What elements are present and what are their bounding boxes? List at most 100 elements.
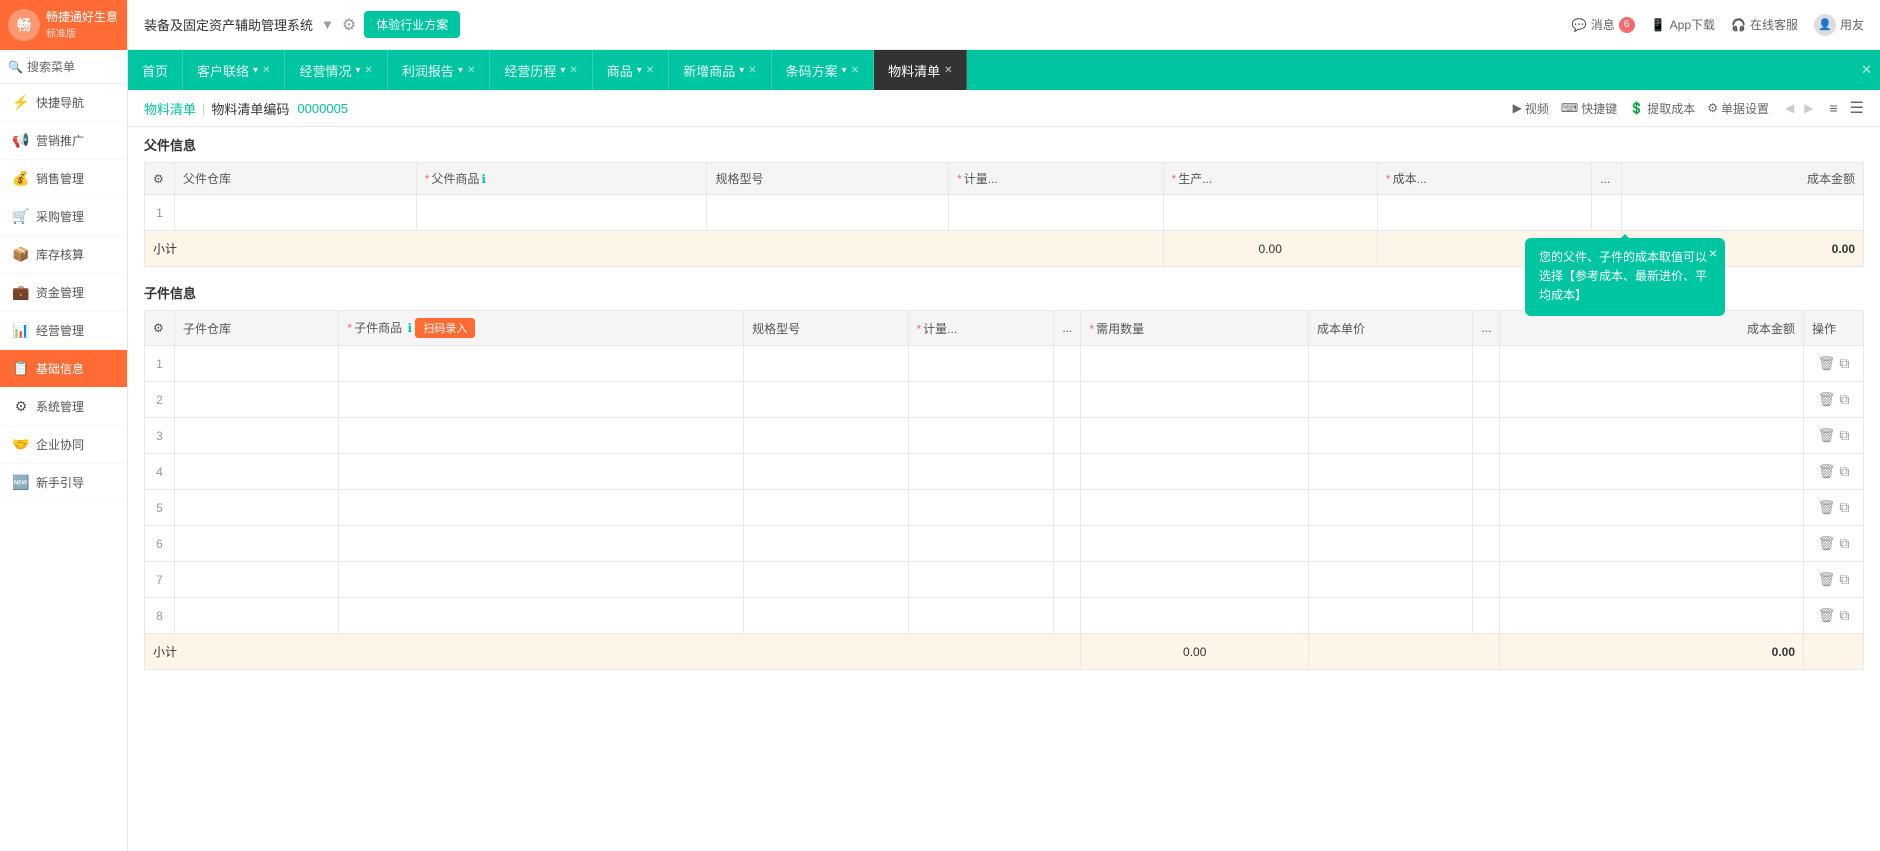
column-settings-icon[interactable]: ≡: [1829, 100, 1837, 116]
delete-icon[interactable]: 🗑: [1818, 607, 1836, 624]
tab-close-icon[interactable]: ✕: [365, 65, 373, 76]
delete-icon[interactable]: 🗑: [1818, 355, 1836, 372]
parent-prod-cell[interactable]: [1163, 195, 1377, 231]
child-qty-cell[interactable]: [1081, 598, 1309, 634]
child-unit-cell[interactable]: [908, 346, 1054, 382]
child-spec-cell[interactable]: [744, 346, 908, 382]
child-qty-cell[interactable]: [1081, 346, 1309, 382]
tab-profit-report[interactable]: 利润报告 ▾ ✕: [388, 50, 490, 90]
delete-icon[interactable]: 🗑: [1818, 463, 1836, 480]
search-menu[interactable]: 🔍 搜索菜单: [0, 50, 127, 84]
copy-icon[interactable]: ⧉: [1839, 571, 1849, 588]
child-warehouse-cell[interactable]: [175, 418, 339, 454]
tab-close-icon[interactable]: ✕: [646, 65, 654, 76]
tab-new-goods[interactable]: 新增商品 ▾ ✕: [669, 50, 771, 90]
child-goods-cell[interactable]: [339, 418, 744, 454]
sidebar-item-purchase[interactable]: 🛒 采购管理: [0, 198, 127, 236]
child-unit-cost-cell[interactable]: [1309, 562, 1473, 598]
delete-icon[interactable]: 🗑: [1818, 571, 1836, 588]
online-support-btn[interactable]: 🎧 在线客服: [1731, 16, 1798, 33]
child-spec-cell[interactable]: [744, 490, 908, 526]
child-qty-cell[interactable]: [1081, 454, 1309, 490]
child-unit-cost-cell[interactable]: [1309, 490, 1473, 526]
sidebar-item-quick-nav[interactable]: ⚡ 快捷导航: [0, 84, 127, 122]
settings-icon[interactable]: ⚙: [342, 15, 356, 35]
child-unit-cell[interactable]: [908, 454, 1054, 490]
view-video-btn[interactable]: ▶ 视频: [1513, 100, 1549, 117]
delete-icon[interactable]: 🗑: [1818, 391, 1836, 408]
message-btn[interactable]: 💬 消息 6: [1572, 16, 1635, 33]
sidebar-item-marketing[interactable]: 📢 营销推广: [0, 122, 127, 160]
child-spec-cell[interactable]: [744, 418, 908, 454]
child-spec-cell[interactable]: [744, 382, 908, 418]
parent-warehouse-cell[interactable]: [175, 195, 417, 231]
sidebar-item-enterprise[interactable]: 🤝 企业协同: [0, 426, 127, 464]
shortcut-btn[interactable]: ⌨ 快捷键: [1561, 100, 1617, 117]
delete-icon[interactable]: 🗑: [1818, 499, 1836, 516]
child-goods-cell[interactable]: [339, 346, 744, 382]
delete-icon[interactable]: 🗑: [1818, 535, 1836, 552]
child-unit-cell[interactable]: [908, 526, 1054, 562]
child-warehouse-cell[interactable]: [175, 454, 339, 490]
list-view-icon[interactable]: ☰: [1850, 98, 1864, 118]
app-download-btn[interactable]: 📱 App下载: [1651, 16, 1715, 33]
sidebar-item-inventory[interactable]: 📦 库存核算: [0, 236, 127, 274]
sidebar-item-basic-info[interactable]: 📋 基础信息: [0, 350, 127, 388]
child-unit-cost-cell[interactable]: [1309, 418, 1473, 454]
copy-icon[interactable]: ⧉: [1839, 607, 1849, 624]
child-goods-cell[interactable]: [339, 454, 744, 490]
tab-close-all[interactable]: ✕: [1853, 62, 1880, 78]
child-unit-cost-cell[interactable]: [1309, 598, 1473, 634]
copy-icon[interactable]: ⧉: [1839, 499, 1849, 516]
child-unit-cost-cell[interactable]: [1309, 526, 1473, 562]
child-qty-cell[interactable]: [1081, 382, 1309, 418]
tab-bom[interactable]: 物料清单 ✕: [874, 50, 967, 90]
copy-icon[interactable]: ⧉: [1839, 535, 1849, 552]
child-unit-cost-cell[interactable]: [1309, 454, 1473, 490]
copy-icon[interactable]: ⧉: [1839, 391, 1849, 408]
tooltip-close-btn[interactable]: ×: [1709, 242, 1717, 264]
child-warehouse-cell[interactable]: [175, 598, 339, 634]
child-qty-cell[interactable]: [1081, 526, 1309, 562]
sidebar-item-operations[interactable]: 📊 经营管理: [0, 312, 127, 350]
tab-close-icon[interactable]: ✕: [262, 65, 270, 76]
tab-close-icon[interactable]: ✕: [851, 65, 859, 76]
copy-icon[interactable]: ⧉: [1839, 427, 1849, 444]
child-spec-cell[interactable]: [744, 454, 908, 490]
child-goods-cell[interactable]: [339, 562, 744, 598]
sidebar-item-guide[interactable]: 🆕 新手引导: [0, 464, 127, 502]
child-qty-cell[interactable]: [1081, 490, 1309, 526]
child-warehouse-cell[interactable]: [175, 346, 339, 382]
child-goods-cell[interactable]: [339, 526, 744, 562]
tab-close-icon[interactable]: ✕: [467, 65, 475, 76]
extract-cost-btn[interactable]: 💲 提取成本: [1629, 100, 1695, 117]
child-spec-cell[interactable]: [744, 562, 908, 598]
dropdown-arrow[interactable]: ▼: [321, 17, 334, 32]
child-unit-cell[interactable]: [908, 598, 1054, 634]
parent-spec-cell[interactable]: [707, 195, 949, 231]
child-qty-cell[interactable]: [1081, 418, 1309, 454]
user-menu[interactable]: 👤 用友: [1814, 14, 1864, 36]
tab-operations-history[interactable]: 经营历程 ▾ ✕: [490, 50, 592, 90]
breadcrumb-link[interactable]: 物料清单: [144, 99, 196, 118]
child-unit-cell[interactable]: [908, 382, 1054, 418]
trial-button[interactable]: 体验行业方案: [364, 11, 460, 38]
prev-page-icon[interactable]: ◀: [1781, 99, 1798, 117]
child-unit-cell[interactable]: [908, 562, 1054, 598]
parent-unit-cell[interactable]: [949, 195, 1163, 231]
copy-icon[interactable]: ⧉: [1839, 463, 1849, 480]
child-warehouse-cell[interactable]: [175, 490, 339, 526]
tab-home[interactable]: 首页: [128, 50, 183, 90]
child-unit-cell[interactable]: [908, 418, 1054, 454]
child-goods-cell[interactable]: [339, 598, 744, 634]
tab-close-icon[interactable]: ✕: [944, 65, 952, 76]
child-qty-cell[interactable]: [1081, 562, 1309, 598]
child-spec-cell[interactable]: [744, 598, 908, 634]
child-unit-cost-cell[interactable]: [1309, 382, 1473, 418]
tab-operations-status[interactable]: 经营情况 ▾ ✕: [285, 50, 387, 90]
scan-input-btn[interactable]: 扫码录入: [415, 318, 475, 338]
child-goods-cell[interactable]: [339, 382, 744, 418]
child-warehouse-cell[interactable]: [175, 382, 339, 418]
tab-goods[interactable]: 商品 ▾ ✕: [593, 50, 669, 90]
tab-barcode[interactable]: 条码方案 ▾ ✕: [772, 50, 874, 90]
